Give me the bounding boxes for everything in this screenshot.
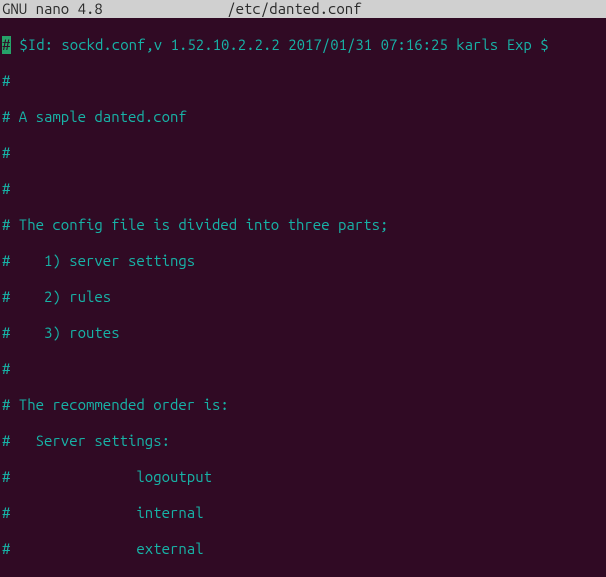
text-line: # logoutput	[2, 468, 604, 486]
text-line: # internal	[2, 504, 604, 522]
text-line: # A sample danted.conf	[2, 108, 604, 126]
text-line: # The recommended order is:	[2, 396, 604, 414]
editor-content[interactable]: # $Id: sockd.conf,v 1.52.10.2.2.2 2017/0…	[0, 18, 606, 577]
text-line: #	[2, 72, 604, 90]
text-line: # 1) server settings	[2, 252, 604, 270]
text-line: # 2) rules	[2, 288, 604, 306]
text-line: # 3) routes	[2, 324, 604, 342]
text-line: # The config file is divided into three …	[2, 216, 604, 234]
text-line: #	[2, 144, 604, 162]
text-line: # external	[2, 540, 604, 558]
title-right-spacer	[486, 0, 606, 18]
text-line: # Server settings:	[2, 432, 604, 450]
app-name: GNU nano 4.8	[0, 0, 103, 18]
text-line: #	[2, 360, 604, 378]
text-line: #	[2, 180, 604, 198]
title-bar: GNU nano 4.8 /etc/danted.conf	[0, 0, 606, 18]
cursor: #	[2, 36, 11, 54]
file-path: /etc/danted.conf	[103, 0, 486, 18]
text-line: # $Id: sockd.conf,v 1.52.10.2.2.2 2017/0…	[2, 36, 604, 54]
